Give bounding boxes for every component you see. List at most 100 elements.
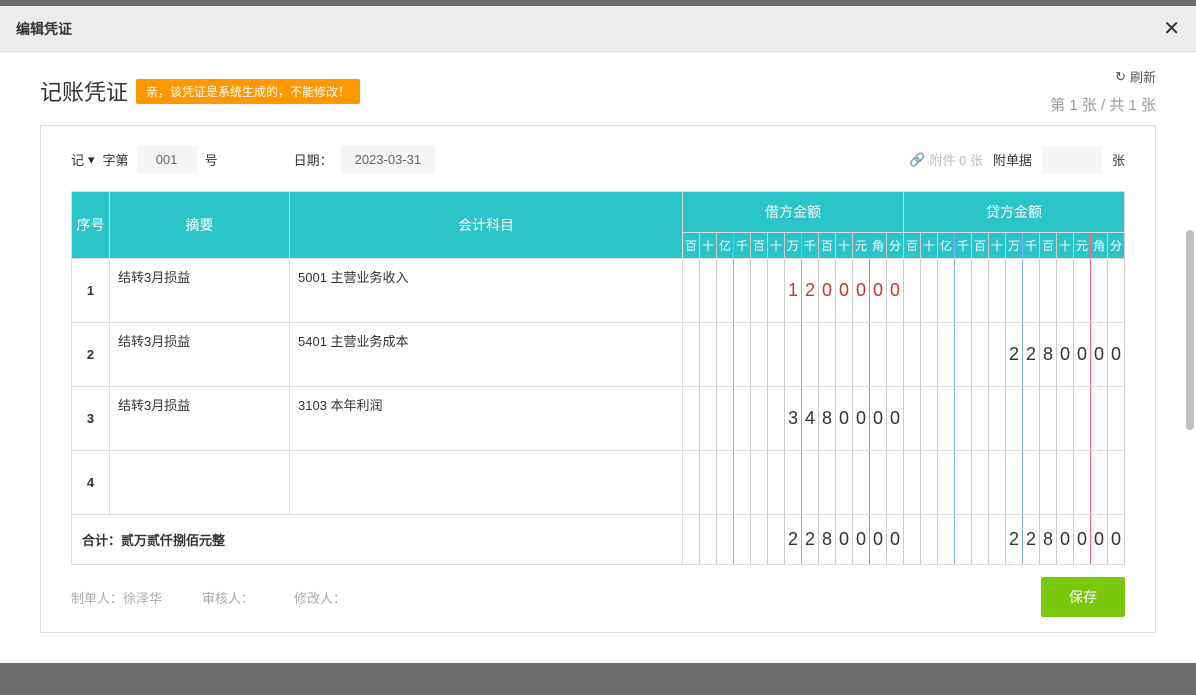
digit-cell[interactable]	[1074, 451, 1091, 515]
digit-cell[interactable]	[955, 451, 972, 515]
digit-cell[interactable]: 2	[785, 515, 802, 565]
digit-cell[interactable]: 0	[836, 387, 853, 451]
digit-cell[interactable]	[1108, 387, 1125, 451]
digit-cell[interactable]: 0	[1108, 515, 1125, 565]
digit-cell[interactable]	[938, 259, 955, 323]
digit-cell[interactable]	[700, 323, 717, 387]
digit-cell[interactable]	[717, 451, 734, 515]
digit-cell[interactable]	[1023, 451, 1040, 515]
digit-cell[interactable]	[768, 259, 785, 323]
digit-cell[interactable]	[1091, 451, 1108, 515]
digit-cell[interactable]: 2	[802, 259, 819, 323]
digit-cell[interactable]	[768, 323, 785, 387]
digit-cell[interactable]	[1108, 451, 1125, 515]
digit-cell[interactable]	[921, 515, 938, 565]
digit-cell[interactable]	[700, 387, 717, 451]
close-icon[interactable]: ✕	[1163, 16, 1180, 41]
digit-cell[interactable]	[717, 387, 734, 451]
digit-cell[interactable]: 0	[1074, 515, 1091, 565]
digit-cell[interactable]	[887, 451, 904, 515]
digit-cell[interactable]	[734, 323, 751, 387]
row-summary[interactable]: 结转3月损益	[110, 323, 290, 387]
digit-cell[interactable]	[683, 515, 700, 565]
digit-cell[interactable]	[683, 323, 700, 387]
digit-cell[interactable]	[802, 323, 819, 387]
digit-cell[interactable]	[1108, 259, 1125, 323]
digit-cell[interactable]	[1074, 387, 1091, 451]
digit-cell[interactable]	[734, 451, 751, 515]
row-account[interactable]: 5001 主营业务收入	[290, 259, 683, 323]
digit-cell[interactable]	[768, 451, 785, 515]
digit-cell[interactable]: 0	[1108, 323, 1125, 387]
row-account[interactable]: 3103 本年利润	[290, 387, 683, 451]
digit-cell[interactable]	[853, 451, 870, 515]
row-summary[interactable]: 结转3月损益	[110, 387, 290, 451]
digit-cell[interactable]: 0	[836, 259, 853, 323]
digit-cell[interactable]	[751, 515, 768, 565]
digit-cell[interactable]: 8	[819, 515, 836, 565]
digit-cell[interactable]	[768, 387, 785, 451]
digit-cell[interactable]	[938, 323, 955, 387]
digit-cell[interactable]	[1057, 259, 1074, 323]
digit-cell[interactable]	[785, 323, 802, 387]
digit-cell[interactable]: 3	[785, 387, 802, 451]
digit-cell[interactable]	[1006, 451, 1023, 515]
digit-cell[interactable]: 0	[1057, 515, 1074, 565]
digit-cell[interactable]: 2	[802, 515, 819, 565]
digit-cell[interactable]	[989, 259, 1006, 323]
digit-cell[interactable]	[1006, 259, 1023, 323]
digit-cell[interactable]	[904, 259, 921, 323]
digit-cell[interactable]: 2	[1006, 515, 1023, 565]
digit-cell[interactable]	[734, 259, 751, 323]
digit-cell[interactable]	[785, 451, 802, 515]
digit-cell[interactable]: 0	[887, 515, 904, 565]
digit-cell[interactable]	[1091, 387, 1108, 451]
digit-cell[interactable]: 4	[802, 387, 819, 451]
digit-cell[interactable]: 0	[836, 515, 853, 565]
date-input[interactable]: 2023-03-31	[341, 146, 436, 173]
digit-cell[interactable]	[972, 259, 989, 323]
digit-cell[interactable]: 0	[853, 515, 870, 565]
digit-cell[interactable]	[1057, 451, 1074, 515]
digit-cell[interactable]: 0	[870, 259, 887, 323]
digit-cell[interactable]	[1040, 387, 1057, 451]
digit-cell[interactable]	[904, 515, 921, 565]
digit-cell[interactable]	[938, 515, 955, 565]
digit-cell[interactable]	[734, 387, 751, 451]
save-button[interactable]: 保存	[1041, 577, 1125, 617]
digit-cell[interactable]	[717, 259, 734, 323]
digit-cell[interactable]	[751, 323, 768, 387]
digit-cell[interactable]: 0	[870, 515, 887, 565]
digit-cell[interactable]	[751, 387, 768, 451]
attachment-link[interactable]: 🔗 附件 0 张	[909, 150, 983, 169]
digit-cell[interactable]	[768, 515, 785, 565]
digit-cell[interactable]	[989, 451, 1006, 515]
row-summary[interactable]: 结转3月损益	[110, 259, 290, 323]
digit-cell[interactable]	[972, 515, 989, 565]
digit-cell[interactable]	[921, 387, 938, 451]
digit-cell[interactable]: 0	[853, 387, 870, 451]
digit-cell[interactable]: 0	[887, 387, 904, 451]
refresh-button[interactable]: ↻ 刷新	[1115, 67, 1156, 86]
digit-cell[interactable]: 0	[1091, 323, 1108, 387]
digit-cell[interactable]	[853, 323, 870, 387]
digit-cell[interactable]	[700, 451, 717, 515]
digit-cell[interactable]	[700, 259, 717, 323]
digit-cell[interactable]	[802, 451, 819, 515]
digit-cell[interactable]: 2	[1006, 323, 1023, 387]
row-account[interactable]	[290, 451, 683, 515]
digit-cell[interactable]	[955, 387, 972, 451]
voucher-number-input[interactable]: 001	[137, 146, 197, 173]
digit-cell[interactable]	[717, 323, 734, 387]
digit-cell[interactable]: 8	[1040, 323, 1057, 387]
digit-cell[interactable]: 0	[853, 259, 870, 323]
digit-cell[interactable]	[955, 515, 972, 565]
digit-cell[interactable]	[683, 259, 700, 323]
digit-cell[interactable]	[1023, 259, 1040, 323]
digit-cell[interactable]	[989, 515, 1006, 565]
digit-cell[interactable]	[1057, 387, 1074, 451]
digit-cell[interactable]	[870, 451, 887, 515]
digit-cell[interactable]	[972, 387, 989, 451]
digit-cell[interactable]	[1074, 259, 1091, 323]
digit-cell[interactable]	[989, 323, 1006, 387]
